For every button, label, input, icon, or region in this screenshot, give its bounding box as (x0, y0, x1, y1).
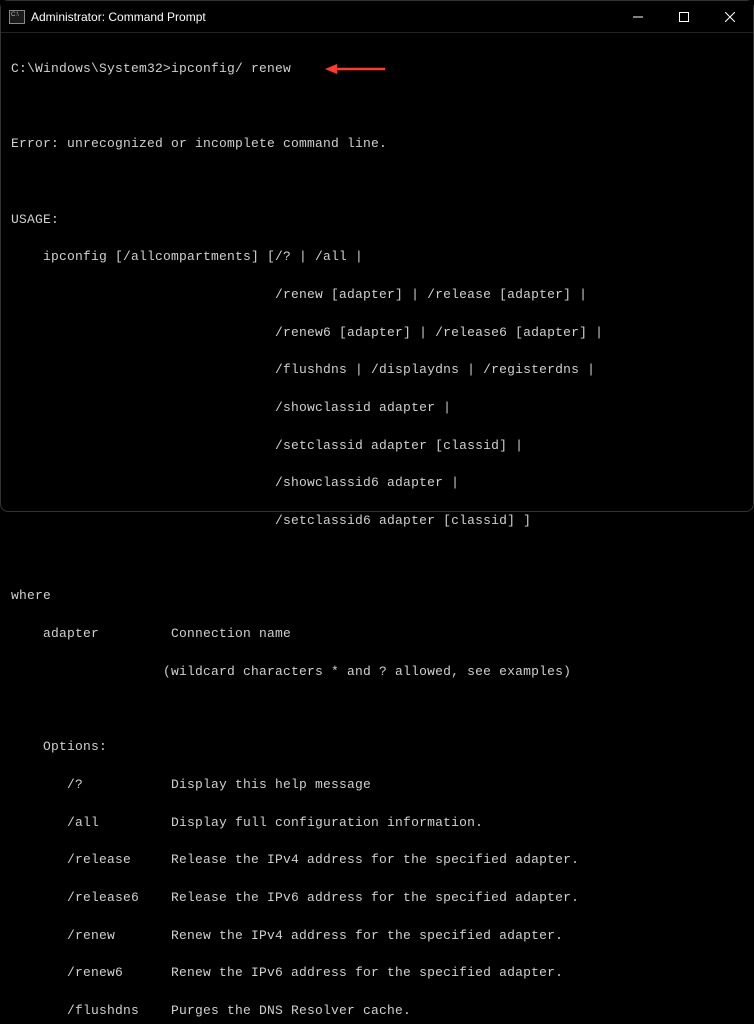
blank-line (11, 98, 743, 117)
where-label: where (11, 587, 743, 606)
maximize-button[interactable] (661, 1, 707, 33)
blank-line (11, 173, 743, 192)
blank-line (11, 701, 743, 720)
option-line: /renew6 Renew the IPv6 address for the s… (11, 964, 743, 983)
usage-label: USAGE: (11, 211, 743, 230)
window-title: Administrator: Command Prompt (31, 10, 206, 24)
usage-line: /renew6 [adapter] | /release6 [adapter] … (11, 324, 743, 343)
titlebar: Administrator: Command Prompt (1, 1, 753, 33)
adapter-line: adapter Connection name (11, 625, 743, 644)
usage-line: /showclassid6 adapter | (11, 474, 743, 493)
option-line: /all Display full configuration informat… (11, 814, 743, 833)
options-label: Options: (11, 738, 743, 757)
close-button[interactable] (707, 1, 753, 33)
usage-line: /showclassid adapter | (11, 399, 743, 418)
usage-line: ipconfig [/allcompartments] [/? | /all | (11, 248, 743, 267)
option-line: /? Display this help message (11, 776, 743, 795)
titlebar-left: Administrator: Command Prompt (9, 10, 206, 24)
minimize-button[interactable] (615, 1, 661, 33)
terminal-body[interactable]: C:\Windows\System32>ipconfig/ renew Erro… (1, 33, 753, 1024)
blank-line (11, 550, 743, 569)
prompt-line: C:\Windows\System32>ipconfig/ renew (11, 61, 291, 76)
typed-command: ipconfig/ renew (171, 61, 291, 76)
error-line: Error: unrecognized or incomplete comman… (11, 135, 743, 154)
annotation-arrow (309, 43, 385, 83)
usage-line: /renew [adapter] | /release [adapter] | (11, 286, 743, 305)
usage-line: /setclassid6 adapter [classid] ] (11, 512, 743, 531)
usage-line: /setclassid adapter [classid] | (11, 437, 743, 456)
option-line: /release Release the IPv4 address for th… (11, 851, 743, 870)
window-controls (615, 1, 753, 33)
option-line: /renew Renew the IPv4 address for the sp… (11, 927, 743, 946)
prompt-path: C:\Windows\System32> (11, 61, 171, 76)
cmd-app-icon (9, 10, 25, 24)
usage-line: /flushdns | /displaydns | /registerdns | (11, 361, 743, 380)
adapter-line: (wildcard characters * and ? allowed, se… (11, 663, 743, 682)
option-line: /release6 Release the IPv6 address for t… (11, 889, 743, 908)
option-line: /flushdns Purges the DNS Resolver cache. (11, 1002, 743, 1021)
